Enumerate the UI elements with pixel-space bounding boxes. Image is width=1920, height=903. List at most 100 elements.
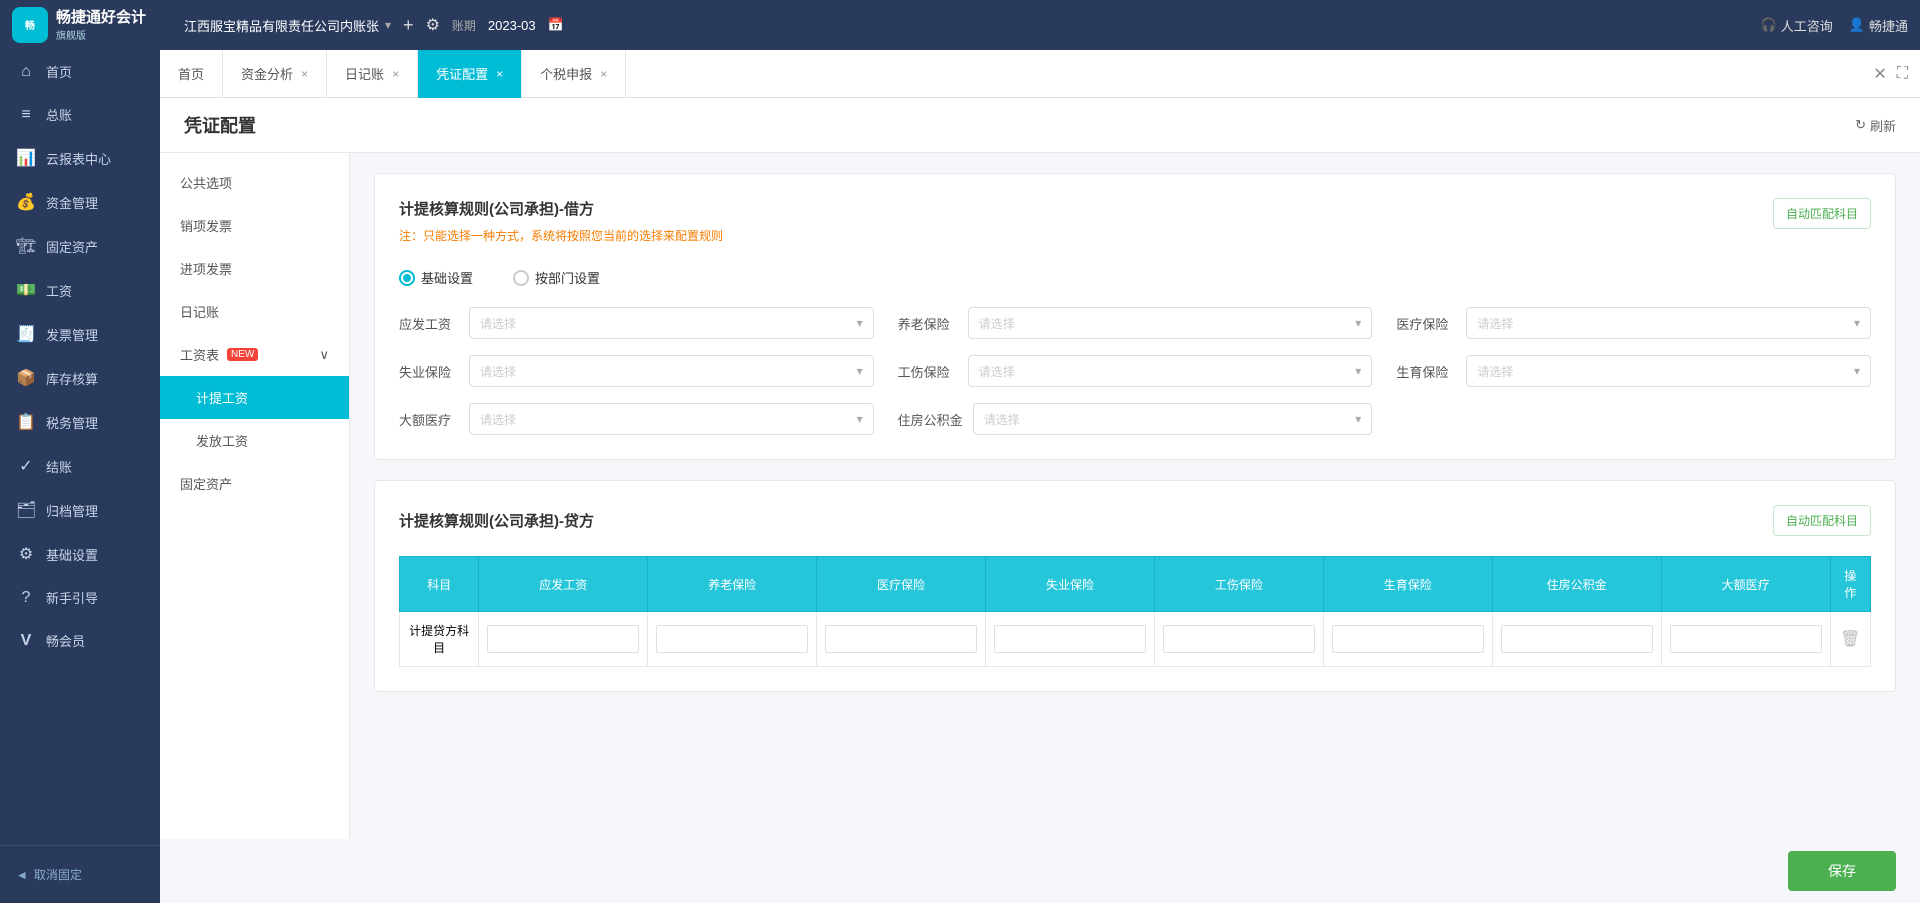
radio-dept-settings[interactable]: 按部门设置 [513, 268, 600, 287]
salary-icon: 💵 [16, 280, 36, 300]
input-yanglao[interactable] [656, 625, 808, 653]
company-selector[interactable]: 江西服宝精品有限责任公司内账张 ▾ [184, 16, 391, 35]
credit-section: 计提核算规则(公司承担)-贷方 自动匹配科目 科目 应发工资 养老保险 医疗保险 [374, 480, 1896, 692]
new-badge: NEW [227, 348, 258, 361]
tab-home[interactable]: 首页 [160, 50, 223, 98]
sidebar: ⌂ 首页 ≡ 总账 📊 云报表中心 💰 资金管理 🏗 固定资产 💵 工资 🧾 发… [0, 50, 160, 903]
select-shengyu[interactable]: 请选择 ▾ [1466, 355, 1871, 387]
app-sub: 旗舰版 [56, 27, 146, 42]
select-yiliao[interactable]: 请选择 ▾ [1466, 307, 1871, 339]
logo-area: 畅 畅捷通好会计 旗舰版 [12, 7, 172, 43]
left-nav: 公共选项 销项发票 进项发票 日记账 工资表 NEW [160, 153, 350, 839]
tab-close-fund-analysis[interactable]: × [301, 67, 308, 81]
sidebar-item-checkout[interactable]: ✓ 结账 [0, 444, 160, 488]
company-name: 江西服宝精品有限责任公司内账张 [184, 16, 379, 35]
sidebar-item-report[interactable]: 📊 云报表中心 [0, 136, 160, 180]
tab-fund-analysis[interactable]: 资金分析 × [223, 50, 327, 98]
debit-auto-match-button[interactable]: 自动匹配科目 [1773, 198, 1871, 229]
select-yingfa[interactable]: 请选择 ▾ [469, 307, 874, 339]
sidebar-label-salary: 工资 [46, 281, 72, 300]
left-nav-sales-invoice[interactable]: 销项发票 [160, 204, 349, 247]
sidebar-label-home: 首页 [46, 62, 72, 81]
cancel-fixed-button[interactable]: ◄ 取消固定 [0, 856, 160, 893]
tab-voucher-config[interactable]: 凭证配置 × [418, 50, 522, 98]
sidebar-item-guide[interactable]: ? 新手引导 [0, 576, 160, 619]
select-zhufang[interactable]: 请选择 ▾ [973, 403, 1373, 435]
field-shengyu-baoxian: 生育保险 请选择 ▾ [1396, 355, 1871, 387]
sidebar-item-tax[interactable]: 📋 税务管理 [0, 400, 160, 444]
tab-tax[interactable]: 个税申报 × [522, 50, 626, 98]
left-nav-pay-salary[interactable]: 发放工资 [160, 419, 349, 462]
input-zhufang[interactable] [1501, 625, 1653, 653]
left-nav-public[interactable]: 公共选项 [160, 161, 349, 204]
maximize-window-icon[interactable]: ⛶ [1897, 65, 1908, 83]
field-zhufang-gongjijin: 住房公积金 请选择 ▾ [898, 403, 1373, 435]
left-nav-accrual[interactable]: 计提工资 [160, 376, 349, 419]
left-nav-fixed-asset2[interactable]: 固定资产 [160, 462, 349, 505]
th-action: 操作 [1830, 557, 1870, 612]
sidebar-item-archive[interactable]: 🗂 归档管理 [0, 488, 160, 532]
sidebar-item-invoice[interactable]: 🧾 发票管理 [0, 312, 160, 356]
input-yiliao[interactable] [825, 625, 977, 653]
radio-basic-settings[interactable]: 基础设置 [399, 268, 473, 287]
input-shengyu[interactable] [1332, 625, 1484, 653]
input-gongshang[interactable] [1163, 625, 1315, 653]
sidebar-label-report: 云报表中心 [46, 149, 111, 168]
sidebar-label-inventory: 库存核算 [46, 369, 98, 388]
select-shiye[interactable]: 请选择 ▾ [469, 355, 874, 387]
select-daeliao[interactable]: 请选择 ▾ [469, 403, 874, 435]
credit-table-body: 计提贷方科目 🗑 [400, 612, 1871, 667]
left-nav-salary-table[interactable]: 工资表 NEW ∨ [160, 333, 349, 376]
sidebar-item-fund[interactable]: 💰 资金管理 [0, 180, 160, 224]
chevron-down-icon: ▾ [385, 18, 391, 32]
period-value: 2023-03 [488, 18, 536, 33]
credit-table: 科目 应发工资 养老保险 医疗保险 失业保险 工伤保险 生育保险 住房公积金 大… [399, 556, 1871, 667]
select-gongshang[interactable]: 请选择 ▾ [968, 355, 1373, 387]
main-layout: ⌂ 首页 ≡ 总账 📊 云报表中心 💰 资金管理 🏗 固定资产 💵 工资 🧾 发… [0, 50, 1920, 903]
service-button[interactable]: 🎧 人工咨询 [1761, 16, 1833, 35]
user-button[interactable]: 👤 畅捷通 [1849, 16, 1908, 35]
sidebar-item-vip[interactable]: V 畅会员 [0, 619, 160, 662]
settings-icon[interactable]: ⚙ [426, 15, 440, 35]
sidebar-item-ledger[interactable]: ≡ 总账 [0, 93, 160, 136]
close-window-icon[interactable]: ✕ [1873, 64, 1886, 84]
calendar-icon[interactable]: 📅 [548, 17, 564, 33]
sidebar-bottom: ◄ 取消固定 [0, 845, 160, 903]
settings-sidebar-icon: ⚙ [16, 544, 36, 564]
cell-daeliao [1661, 612, 1830, 667]
tab-close-voucher-config[interactable]: × [496, 67, 503, 81]
input-shiye[interactable] [994, 625, 1146, 653]
input-daeliao[interactable] [1670, 625, 1822, 653]
inventory-icon: 📦 [16, 368, 36, 388]
sidebar-item-salary[interactable]: 💵 工资 [0, 268, 160, 312]
vip-icon: V [16, 632, 36, 650]
tab-label-home: 首页 [178, 64, 204, 83]
home-icon: ⌂ [16, 63, 36, 81]
sidebar-item-inventory[interactable]: 📦 库存核算 [0, 356, 160, 400]
select-yanglao[interactable]: 请选择 ▾ [968, 307, 1373, 339]
save-button[interactable]: 保存 [1788, 851, 1896, 891]
radio-basic-icon [399, 270, 415, 286]
th-kemu: 科目 [400, 557, 479, 612]
left-nav-purchase-invoice[interactable]: 进项发票 [160, 247, 349, 290]
cell-action: 🗑 [1830, 612, 1870, 667]
input-yingfa[interactable] [487, 625, 639, 653]
delete-row-icon[interactable]: 🗑 [1840, 631, 1860, 648]
add-button[interactable]: + [403, 15, 414, 36]
main-panel: 计提核算规则(公司承担)-借方 注：只能选择一种方式，系统将按照您当前的选择来配… [350, 153, 1920, 839]
svg-text:畅: 畅 [25, 19, 35, 32]
user-avatar-icon: 👤 [1849, 17, 1865, 33]
content-area: 首页 资金分析 × 日记账 × 凭证配置 × 个税申报 × ✕ ⛶ [160, 50, 1920, 903]
sidebar-item-home[interactable]: ⌂ 首页 [0, 50, 160, 93]
label-shengyu: 生育保险 [1396, 362, 1456, 381]
sidebar-item-fixed-asset[interactable]: 🏗 固定资产 [0, 224, 160, 268]
refresh-button[interactable]: ↻ 刷新 [1855, 116, 1896, 135]
tab-close-journal[interactable]: × [392, 67, 399, 81]
left-nav-journal[interactable]: 日记账 [160, 290, 349, 333]
logo-icon: 畅 [12, 7, 48, 43]
sidebar-label-tax: 税务管理 [46, 413, 98, 432]
tab-close-tax[interactable]: × [600, 67, 607, 81]
tab-journal[interactable]: 日记账 × [327, 50, 418, 98]
credit-auto-match-button[interactable]: 自动匹配科目 [1773, 505, 1871, 536]
sidebar-item-settings[interactable]: ⚙ 基础设置 [0, 532, 160, 576]
